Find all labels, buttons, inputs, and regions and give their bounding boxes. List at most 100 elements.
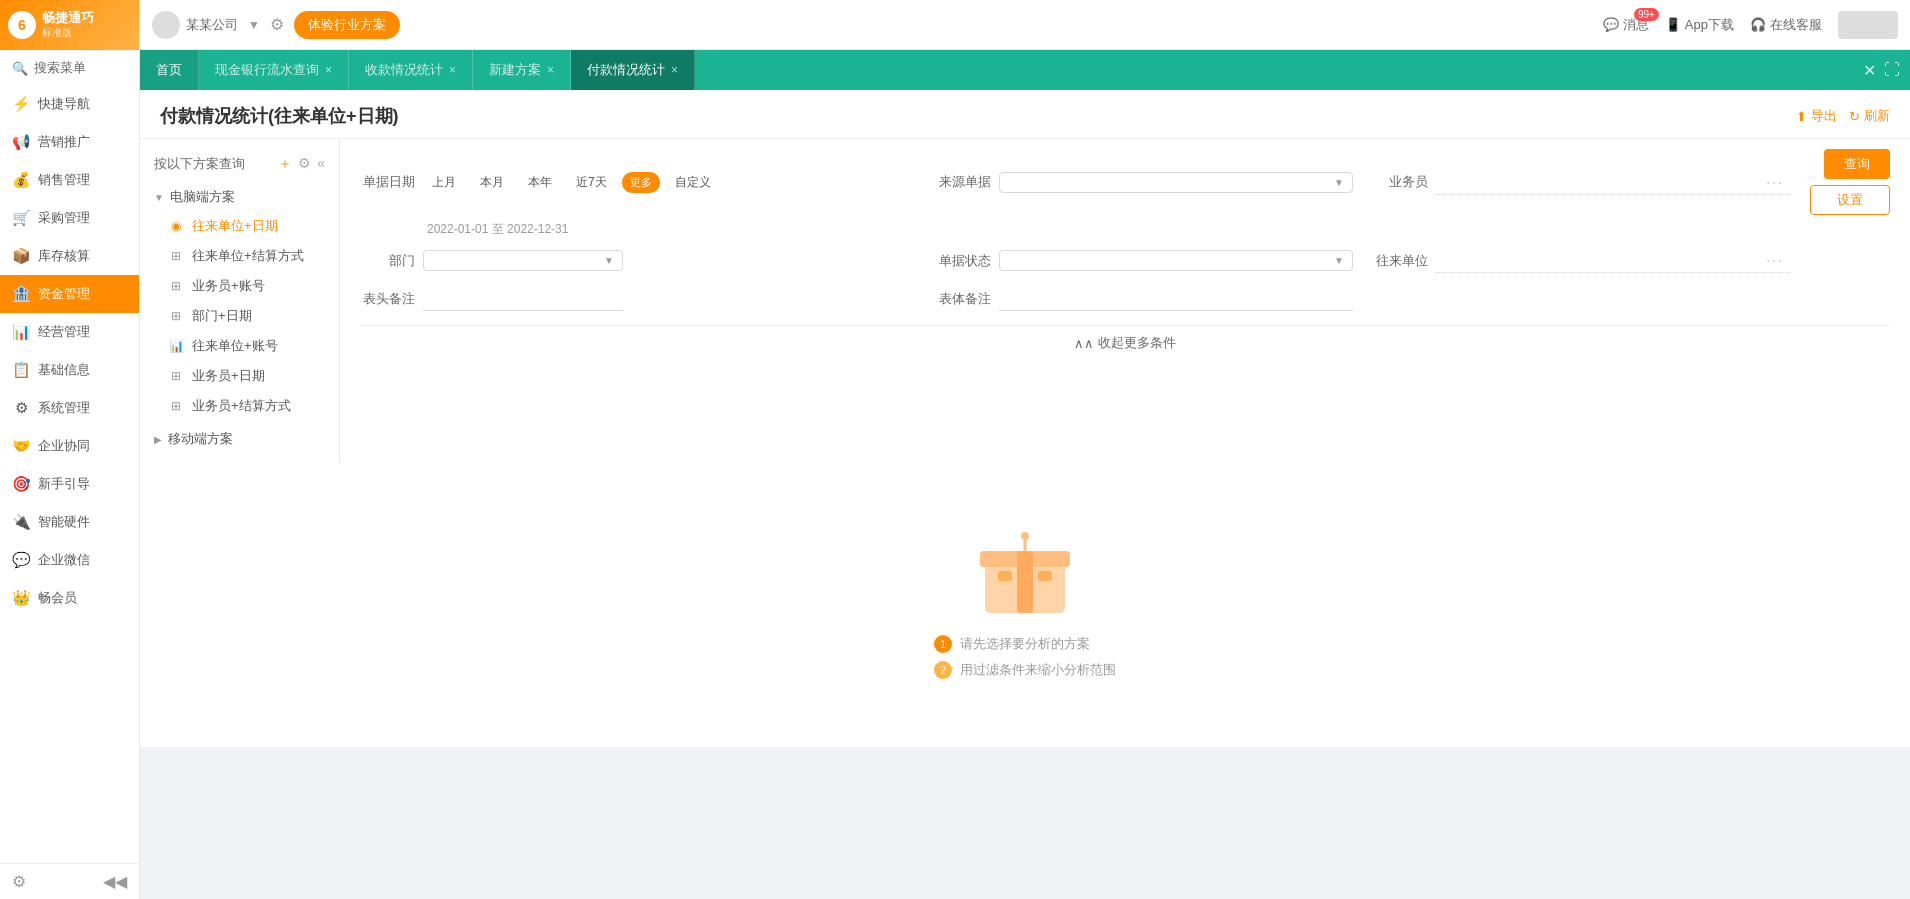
status-chevron-icon: ▼ bbox=[1334, 255, 1344, 266]
voucher-status-select[interactable]: ▼ bbox=[999, 250, 1353, 271]
messages-btn[interactable]: 💬 消息 99+ bbox=[1603, 16, 1649, 34]
online-service-btn[interactable]: 🎧 在线客服 bbox=[1750, 16, 1822, 34]
sidebar-item-beginner[interactable]: 🎯 新手引导 bbox=[0, 465, 139, 503]
filter-field-voucher-status: 单据状态 ▼ bbox=[936, 250, 1353, 271]
voucher-status-control: ▼ bbox=[999, 250, 1353, 271]
quick-nav-icon: ⚡ bbox=[12, 95, 30, 113]
date-btn-last-7-days[interactable]: 近7天 bbox=[567, 170, 616, 195]
scheme-settings-icon[interactable]: ⚙ bbox=[298, 155, 311, 173]
dropdown-chevron-icon[interactable]: ▼ bbox=[248, 18, 260, 32]
sidebar-item-label: 基础信息 bbox=[38, 361, 90, 379]
topbar-settings-icon[interactable]: ⚙ bbox=[270, 15, 284, 34]
date-btn-last-month[interactable]: 上月 bbox=[423, 170, 465, 195]
add-scheme-icon[interactable]: ＋ bbox=[278, 155, 292, 173]
tab-collection-stats[interactable]: 收款情况统计 × bbox=[349, 50, 473, 90]
search-menu[interactable]: 🔍 搜索菜单 bbox=[0, 50, 139, 85]
query-btn[interactable]: 查询 bbox=[1824, 149, 1890, 179]
purchase-icon: 🛒 bbox=[12, 209, 30, 227]
scheme-panel: 按以下方案查询 ＋ ⚙ « ▼ 电脑端方案 bbox=[140, 139, 340, 463]
sidebar-item-wechat[interactable]: 💬 企业微信 bbox=[0, 541, 139, 579]
scheme-item-partner-date[interactable]: ◉ 往来单位+日期 bbox=[140, 211, 339, 241]
app-download-btn[interactable]: 📱 App下载 bbox=[1665, 16, 1734, 34]
body-note-label: 表体备注 bbox=[936, 290, 991, 308]
sidebar-item-hardware[interactable]: 🔌 智能硬件 bbox=[0, 503, 139, 541]
filter-field-partner: 往来单位 ··· bbox=[1373, 248, 1790, 273]
sidebar-item-purchase[interactable]: 🛒 采购管理 bbox=[0, 199, 139, 237]
page-header: 付款情况统计(往来单位+日期) ⬆ 导出 ↻ 刷新 bbox=[140, 90, 1910, 139]
sidebar-item-marketing[interactable]: 📢 营销推广 bbox=[0, 123, 139, 161]
tab-home[interactable]: 首页 bbox=[140, 50, 199, 90]
scheme-group-mobile: ▶ 移动端方案 bbox=[140, 425, 339, 453]
scheme-item-dept-date[interactable]: ⊞ 部门+日期 bbox=[140, 301, 339, 331]
department-select[interactable]: ▼ bbox=[423, 250, 623, 271]
sidebar-item-basic[interactable]: 📋 基础信息 bbox=[0, 351, 139, 389]
salesman-control: ··· bbox=[1436, 170, 1790, 195]
step2-num: 2 bbox=[934, 661, 952, 679]
scheme-item-icon: ⊞ bbox=[168, 248, 184, 264]
tab-collection-close-icon[interactable]: × bbox=[449, 63, 456, 77]
tab-payment-stats-label: 付款情况统计 bbox=[587, 61, 665, 79]
tab-new-scheme-close-icon[interactable]: × bbox=[547, 63, 554, 77]
sidebar-item-label: 销售管理 bbox=[38, 171, 90, 189]
partner-select[interactable]: ··· bbox=[1436, 248, 1790, 273]
refresh-btn[interactable]: ↻ 刷新 bbox=[1849, 107, 1890, 125]
svg-point-6 bbox=[1021, 532, 1029, 540]
scheme-group-desktop-header[interactable]: ▼ 电脑端方案 bbox=[140, 183, 339, 211]
sidebar-item-member[interactable]: 👑 畅会员 bbox=[0, 579, 139, 617]
date-btn-this-month[interactable]: 本月 bbox=[471, 170, 513, 195]
maximize-icon[interactable]: ⛶ bbox=[1884, 61, 1900, 79]
tab-bank-flow-label: 现金银行流水查询 bbox=[215, 61, 319, 79]
date-btn-this-year[interactable]: 本年 bbox=[519, 170, 561, 195]
scheme-item-partner-account[interactable]: 📊 往来单位+账号 bbox=[140, 331, 339, 361]
scheme-item-salesman-account-label: 业务员+账号 bbox=[192, 277, 265, 295]
tab-new-scheme[interactable]: 新建方案 × bbox=[473, 50, 571, 90]
scheme-item-icon: ⊞ bbox=[168, 308, 184, 324]
download-icon: 📱 bbox=[1665, 17, 1681, 32]
app-logo: 6 bbox=[8, 11, 36, 39]
tab-payment-close-icon[interactable]: × bbox=[671, 63, 678, 77]
scheme-item-salesman-date[interactable]: ⊞ 业务员+日期 bbox=[140, 361, 339, 391]
sidebar-item-enterprise[interactable]: 🤝 企业协同 bbox=[0, 427, 139, 465]
scheme-item-salesman-settle[interactable]: ⊞ 业务员+结算方式 bbox=[140, 391, 339, 421]
body-note-input[interactable] bbox=[999, 287, 1353, 311]
topbar-user-info[interactable]: 某某公司 bbox=[152, 11, 238, 39]
close-all-tabs-icon[interactable]: ✕ bbox=[1863, 61, 1876, 80]
tab-bank-flow-close-icon[interactable]: × bbox=[325, 63, 332, 77]
tab-new-scheme-label: 新建方案 bbox=[489, 61, 541, 79]
collapse-more-btn[interactable]: ∧∧ 收起更多条件 bbox=[360, 325, 1890, 360]
source-voucher-select[interactable]: ▼ bbox=[999, 172, 1353, 193]
sidebar-item-quick-nav[interactable]: ⚡ 快捷导航 bbox=[0, 85, 139, 123]
filter-field-header-note: 表头备注 bbox=[360, 287, 916, 311]
sidebar-item-system[interactable]: ⚙ 系统管理 bbox=[0, 389, 139, 427]
department-control: ▼ bbox=[423, 250, 916, 271]
marketing-icon: 📢 bbox=[12, 133, 30, 151]
date-filter-control: 上月 本月 本年 近7天 更多 自定义 bbox=[423, 170, 916, 195]
sidebar-item-sales[interactable]: 💰 销售管理 bbox=[0, 161, 139, 199]
app-name: 畅捷通巧 bbox=[42, 10, 94, 26]
bottom-settings-icon[interactable]: ⚙ bbox=[12, 872, 26, 891]
step1-text: 请先选择要分析的方案 bbox=[960, 635, 1090, 653]
export-label: 导出 bbox=[1811, 107, 1837, 125]
date-btn-more[interactable]: 更多 bbox=[622, 172, 660, 193]
scheme-item-salesman-account[interactable]: ⊞ 业务员+账号 bbox=[140, 271, 339, 301]
svg-rect-4 bbox=[1038, 571, 1052, 581]
scheme-item-partner-date-label: 往来单位+日期 bbox=[192, 217, 278, 235]
export-btn[interactable]: ⬆ 导出 bbox=[1796, 107, 1837, 125]
sidebar-item-finance[interactable]: 🏦 资金管理 bbox=[0, 275, 139, 313]
date-btn-custom[interactable]: 自定义 bbox=[666, 170, 720, 195]
tab-payment-stats[interactable]: 付款情况统计 × bbox=[571, 50, 695, 90]
collapse-sidebar-icon[interactable]: ◀◀ bbox=[103, 872, 127, 891]
group-expand-icon: ▼ bbox=[154, 192, 164, 203]
sidebar-item-operations[interactable]: 📊 经营管理 bbox=[0, 313, 139, 351]
filter-settings-btn[interactable]: 设置 bbox=[1810, 185, 1890, 215]
topbar-username-badge bbox=[1838, 11, 1898, 39]
sidebar-item-inventory[interactable]: 📦 库存核算 bbox=[0, 237, 139, 275]
scheme-panel-icons: ＋ ⚙ « bbox=[278, 155, 325, 173]
scheme-item-partner-settle[interactable]: ⊞ 往来单位+结算方式 bbox=[140, 241, 339, 271]
collapse-scheme-panel-icon[interactable]: « bbox=[317, 155, 325, 173]
tab-bank-flow[interactable]: 现金银行流水查询 × bbox=[199, 50, 349, 90]
header-note-input[interactable] bbox=[423, 287, 623, 311]
scheme-group-mobile-header[interactable]: ▶ 移动端方案 bbox=[140, 425, 339, 453]
trial-btn[interactable]: 体验行业方案 bbox=[294, 11, 400, 39]
salesman-select[interactable]: ··· bbox=[1436, 170, 1790, 195]
